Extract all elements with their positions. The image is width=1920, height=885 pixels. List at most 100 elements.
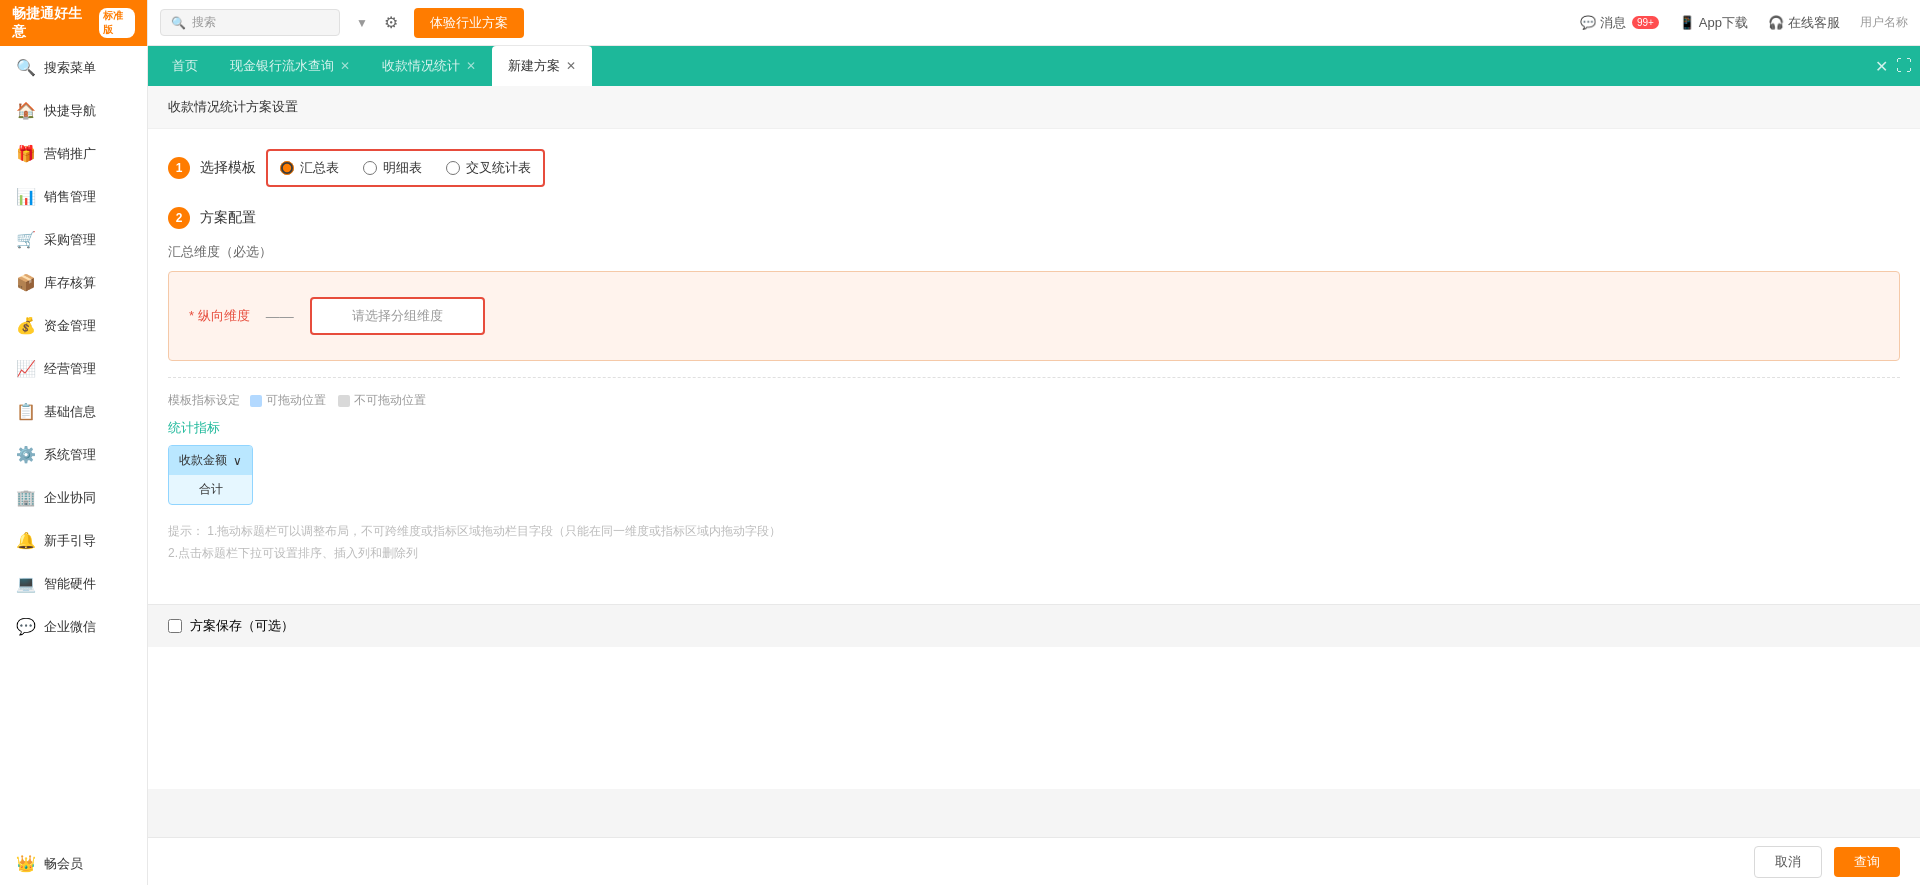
radio-cross-input[interactable] [446, 161, 460, 175]
topbar-search-box[interactable]: 🔍 搜索 [160, 9, 340, 36]
tips-section: 提示： 1.拖动标题栏可以调整布局，不可跨维度或指标区域拖动栏目字段（只能在同一… [168, 521, 1900, 564]
sidebar-item-label: 畅会员 [44, 855, 83, 873]
template-options-box: 汇总表 明细表 交叉统计表 [266, 149, 545, 187]
tab-receipt-stats-close[interactable]: ✕ [466, 59, 476, 73]
cancel-button[interactable]: 取消 [1754, 846, 1822, 878]
step1-section: 1 选择模板 汇总表 明细表 [168, 149, 1900, 187]
message-badge: 99+ [1632, 16, 1659, 29]
step2-title: 方案配置 [200, 209, 256, 227]
search-menu-icon: 🔍 [16, 58, 36, 77]
tab-bank-query-close[interactable]: ✕ [340, 59, 350, 73]
sidebar-item-purchase[interactable]: 🛒 采购管理 [0, 218, 147, 261]
sidebar-item-enterprise[interactable]: 🏢 企业协同 [0, 476, 147, 519]
tabs-right-controls: ✕ ⛶ [1875, 57, 1912, 76]
sidebar-item-label: 快捷导航 [44, 102, 96, 120]
sidebar-item-label: 企业协同 [44, 489, 96, 507]
sidebar-item-label: 销售管理 [44, 188, 96, 206]
tabs-close-icon[interactable]: ✕ [1875, 57, 1888, 76]
message-icon: 💬 [1580, 15, 1596, 30]
dimension-select[interactable]: 请选择分组维度 [310, 297, 485, 335]
guide-icon: 🔔 [16, 531, 36, 550]
metrics-label: 统计指标 [168, 419, 1900, 437]
dimension-arrow: —— [266, 308, 294, 324]
radio-summary[interactable]: 汇总表 [280, 159, 339, 177]
tab-new-plan-close[interactable]: ✕ [566, 59, 576, 73]
radio-detail[interactable]: 明细表 [363, 159, 422, 177]
sidebar-item-marketing[interactable]: 🎁 营销推广 [0, 132, 147, 175]
service-label: 在线客服 [1788, 14, 1840, 32]
search-icon: 🔍 [171, 16, 186, 30]
sidebar-item-label: 企业微信 [44, 618, 96, 636]
sidebar-item-member[interactable]: 👑 畅会员 [0, 842, 147, 885]
inventory-icon: 📦 [16, 273, 36, 292]
tab-new-plan[interactable]: 新建方案 ✕ [492, 46, 592, 86]
metrics-card[interactable]: 收款金额 ∨ 合计 [168, 445, 253, 505]
topbar-settings-icon[interactable]: ⚙ [384, 13, 398, 32]
logo-badge: 标准版 [99, 8, 135, 38]
member-icon: 👑 [16, 854, 36, 873]
dimension-title: 汇总维度（必选） [168, 243, 1900, 261]
topbar-dropdown-arrow[interactable]: ▼ [356, 16, 368, 30]
tabs-bar: 首页 现金银行流水查询 ✕ 收款情况统计 ✕ 新建方案 ✕ ✕ ⛶ [148, 46, 1920, 86]
sidebar-item-system[interactable]: ⚙️ 系统管理 [0, 433, 147, 476]
step1-header: 1 选择模板 汇总表 明细表 [168, 149, 1900, 187]
sidebar-item-label: 采购管理 [44, 231, 96, 249]
step1-num: 1 [168, 157, 190, 179]
message-btn[interactable]: 💬 消息 99+ [1580, 14, 1659, 32]
sidebar-item-label: 营销推广 [44, 145, 96, 163]
sidebar-item-sales[interactable]: 📊 销售管理 [0, 175, 147, 218]
system-icon: ⚙️ [16, 445, 36, 464]
footer-bar: 取消 查询 [148, 837, 1920, 885]
search-placeholder-text: 搜索 [192, 14, 216, 31]
radio-summary-input[interactable] [280, 161, 294, 175]
step2-header: 2 方案配置 [168, 207, 1900, 229]
metrics-section: 模板指标设定 可拖动位置 不可拖动位置 [168, 377, 1900, 505]
radio-detail-input[interactable] [363, 161, 377, 175]
query-button[interactable]: 查询 [1834, 847, 1900, 877]
sidebar-item-label: 经营管理 [44, 360, 96, 378]
tip-2-text: 2.点击标题栏下拉可设置排序、插入列和删除列 [168, 543, 418, 565]
tabs-expand-icon[interactable]: ⛶ [1896, 57, 1912, 75]
legend-dot-gray [338, 395, 350, 407]
tab-receipt-stats[interactable]: 收款情况统计 ✕ [366, 46, 492, 86]
download-btn[interactable]: 📱 App下载 [1679, 14, 1748, 32]
sidebar-item-inventory[interactable]: 📦 库存核算 [0, 261, 147, 304]
legend-fixed-label: 不可拖动位置 [354, 392, 426, 409]
metrics-card-dropdown-icon[interactable]: ∨ [233, 454, 242, 468]
sidebar-item-quick-nav[interactable]: 🏠 快捷导航 [0, 89, 147, 132]
sidebar-item-label: 库存核算 [44, 274, 96, 292]
wechat-icon: 💬 [16, 617, 36, 636]
download-icon: 📱 [1679, 15, 1695, 30]
sidebar-item-guide[interactable]: 🔔 新手引导 [0, 519, 147, 562]
breadcrumb-text: 收款情况统计方案设置 [168, 99, 298, 114]
topbar: 🔍 搜索 ▼ ⚙ 体验行业方案 💬 消息 99+ 📱 App下载 🎧 在线客服 … [148, 0, 1920, 46]
sidebar-item-label: 搜索菜单 [44, 59, 96, 77]
tab-bank-query-label: 现金银行流水查询 [230, 57, 334, 75]
sidebar-item-label: 新手引导 [44, 532, 96, 550]
tab-home[interactable]: 首页 [156, 46, 214, 86]
page-breadcrumb: 收款情况统计方案设置 [148, 86, 1920, 129]
marketing-icon: 🎁 [16, 144, 36, 163]
sidebar-item-hardware[interactable]: 💻 智能硬件 [0, 562, 147, 605]
sidebar-item-wechat[interactable]: 💬 企业微信 [0, 605, 147, 648]
sidebar-item-search-menu[interactable]: 🔍 搜索菜单 [0, 46, 147, 89]
metrics-card-header[interactable]: 收款金额 ∨ [169, 446, 252, 475]
service-icon: 🎧 [1768, 15, 1784, 30]
tab-new-plan-label: 新建方案 [508, 57, 560, 75]
save-checkbox[interactable] [168, 619, 182, 633]
sidebar-item-operations[interactable]: 📈 经营管理 [0, 347, 147, 390]
sidebar-item-capital[interactable]: 💰 资金管理 [0, 304, 147, 347]
purchase-icon: 🛒 [16, 230, 36, 249]
legend-draggable: 可拖动位置 [250, 392, 326, 409]
sidebar-item-basic-info[interactable]: 📋 基础信息 [0, 390, 147, 433]
industry-btn[interactable]: 体验行业方案 [414, 8, 524, 38]
metrics-header: 模板指标设定 可拖动位置 不可拖动位置 [168, 392, 1900, 409]
service-btn[interactable]: 🎧 在线客服 [1768, 14, 1840, 32]
logo-text: 畅捷通好生意 [12, 5, 91, 41]
tab-home-label: 首页 [172, 57, 198, 75]
tab-bank-query[interactable]: 现金银行流水查询 ✕ [214, 46, 366, 86]
message-label: 消息 [1600, 14, 1626, 32]
sidebar: 畅捷通好生意 标准版 🔍 搜索菜单 🏠 快捷导航 🎁 营销推广 📊 销售管理 🛒… [0, 0, 148, 885]
radio-cross[interactable]: 交叉统计表 [446, 159, 531, 177]
tip-row-1: 提示： 1.拖动标题栏可以调整布局，不可跨维度或指标区域拖动栏目字段（只能在同一… [168, 521, 1900, 543]
